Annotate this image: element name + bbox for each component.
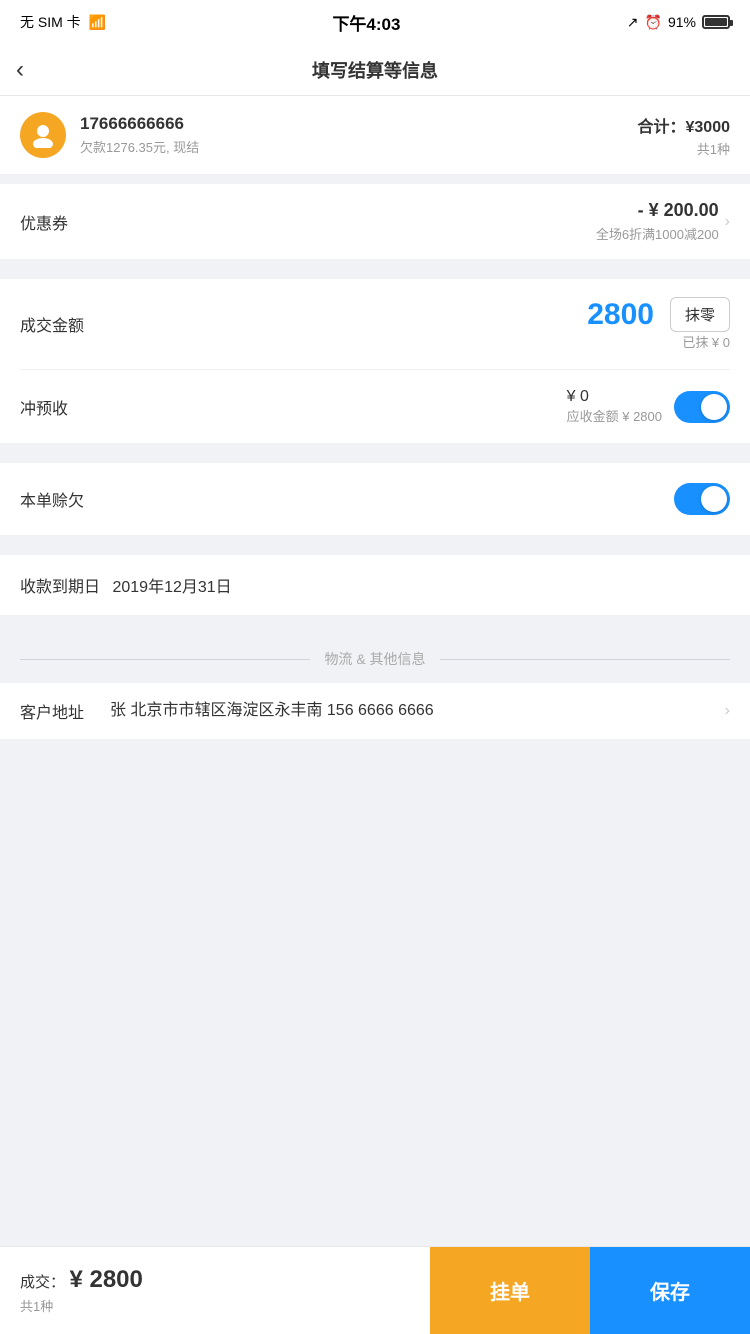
section-divider-1 [0, 269, 750, 279]
prepaid-row: 冲预收 ¥ 0 应收金额 ¥ 2800 [20, 370, 730, 443]
status-right: ↗ ⏰ 91% [627, 14, 730, 31]
address-label: 客户地址 [20, 699, 100, 723]
battery-percent: 91% [668, 14, 696, 30]
address-value: 张 北京市市辖区海淀区永丰南 156 6666 6666 [110, 699, 715, 723]
deal-amount-label: 成交金额 [20, 312, 84, 336]
deal-amount-value: 2800 [587, 298, 654, 332]
back-button[interactable]: ‹ [16, 58, 24, 82]
form-section-amounts: 成交金额 2800 抹零 已抹 ¥ 0 冲预收 ¥ 0 应收金额 ¥ 2800 [0, 279, 750, 443]
sim-status: 无 SIM 卡 [20, 12, 81, 32]
toggle-knob [701, 394, 727, 420]
customer-card: 17666666666 欠款1276.35元, 现结 合计：¥3000 共1种 [0, 96, 750, 174]
debt-label: 本单赊欠 [20, 487, 84, 511]
avatar [20, 112, 66, 158]
deal-amount-row: 成交金额 2800 抹零 已抹 ¥ 0 [20, 279, 730, 370]
status-left: 无 SIM 卡 📶 [20, 12, 106, 32]
alarm-icon: ⏰ [645, 14, 662, 31]
prepaid-toggle[interactable] [674, 391, 730, 423]
content: 17666666666 欠款1276.35元, 现结 合计：¥3000 共1种 … [0, 96, 750, 999]
customer-left: 17666666666 欠款1276.35元, 现结 [20, 112, 199, 158]
round-button[interactable]: 抹零 [670, 297, 730, 332]
debt-row: 本单赊欠 [20, 463, 730, 535]
bottom-bar: 成交： ¥ 2800 共1种 挂单 保存 [0, 1246, 750, 1334]
status-bar: 无 SIM 卡 📶 下午4:03 ↗ ⏰ 91% [0, 0, 750, 44]
save-button[interactable]: 保存 [590, 1247, 750, 1334]
header: ‹ 填写结算等信息 [0, 44, 750, 96]
coupon-row[interactable]: 优惠券 - ¥ 200.00 全场6折满1000减200 › [0, 184, 750, 259]
status-time: 下午4:03 [332, 10, 400, 35]
prepaid-right: ¥ 0 应收金额 ¥ 2800 [567, 388, 730, 425]
customer-sub: 欠款1276.35元, 现结 [80, 137, 199, 156]
customer-phone: 17666666666 [80, 114, 199, 134]
coupon-info: - ¥ 200.00 全场6折满1000减200 [596, 200, 719, 243]
section-divider-2 [0, 453, 750, 463]
section-divider-3 [0, 545, 750, 555]
wifi-icon: 📶 [89, 14, 106, 31]
prepaid-amount-group: ¥ 0 应收金额 ¥ 2800 [567, 388, 662, 425]
hold-button[interactable]: 挂单 [430, 1247, 590, 1334]
bottom-deal-count: 共1种 [20, 1296, 410, 1315]
customer-info: 17666666666 欠款1276.35元, 现结 [80, 114, 199, 156]
empty-space [0, 749, 750, 909]
coupon-label: 优惠券 [20, 210, 68, 234]
page-title: 填写结算等信息 [312, 57, 438, 83]
amount-group: 2800 抹零 [587, 297, 730, 332]
logistics-line-right [440, 659, 730, 660]
deal-amount-right: 2800 抹零 已抹 ¥ 0 [587, 297, 730, 351]
bottom-deal-label: 成交： [20, 1274, 65, 1291]
prepaid-sub: 应收金额 ¥ 2800 [567, 406, 662, 425]
chevron-right-icon: › [725, 213, 730, 231]
customer-count: 共1种 [638, 139, 731, 158]
due-date-value: 2019年12月31日 [112, 579, 231, 596]
logistics-line-left [20, 659, 310, 660]
address-row[interactable]: 客户地址 张 北京市市辖区海淀区永丰南 156 6666 6666 › [0, 683, 750, 739]
bottom-summary: 成交： ¥ 2800 共1种 [0, 1266, 430, 1315]
deal-amount-sub: 已抹 ¥ 0 [587, 332, 730, 351]
prepaid-value: ¥ 0 [567, 388, 662, 406]
customer-right: 合计：¥3000 共1种 [638, 113, 731, 158]
coupon-discount: - ¥ 200.00 [596, 200, 719, 221]
debt-section: 本单赊欠 [0, 463, 750, 535]
debt-toggle-knob [701, 486, 727, 512]
bottom-deal-value: ¥ 2800 [69, 1266, 142, 1293]
due-date-label: 收款到期日 [20, 579, 100, 596]
coupon-right: - ¥ 200.00 全场6折满1000减200 › [596, 200, 730, 243]
location-icon: ↗ [627, 14, 639, 31]
customer-total: 合计：¥3000 [638, 113, 731, 137]
address-chevron-icon: › [725, 702, 730, 720]
due-date-section: 收款到期日 2019年12月31日 [0, 555, 750, 615]
battery-icon [702, 15, 730, 29]
logistics-divider: 物流 & 其他信息 [0, 635, 750, 683]
debt-toggle[interactable] [674, 483, 730, 515]
logistics-text: 物流 & 其他信息 [310, 649, 439, 669]
bottom-deal-line: 成交： ¥ 2800 [20, 1266, 410, 1294]
coupon-desc: 全场6折满1000减200 [596, 224, 719, 243]
section-divider-4 [0, 625, 750, 635]
prepaid-label: 冲预收 [20, 395, 68, 419]
